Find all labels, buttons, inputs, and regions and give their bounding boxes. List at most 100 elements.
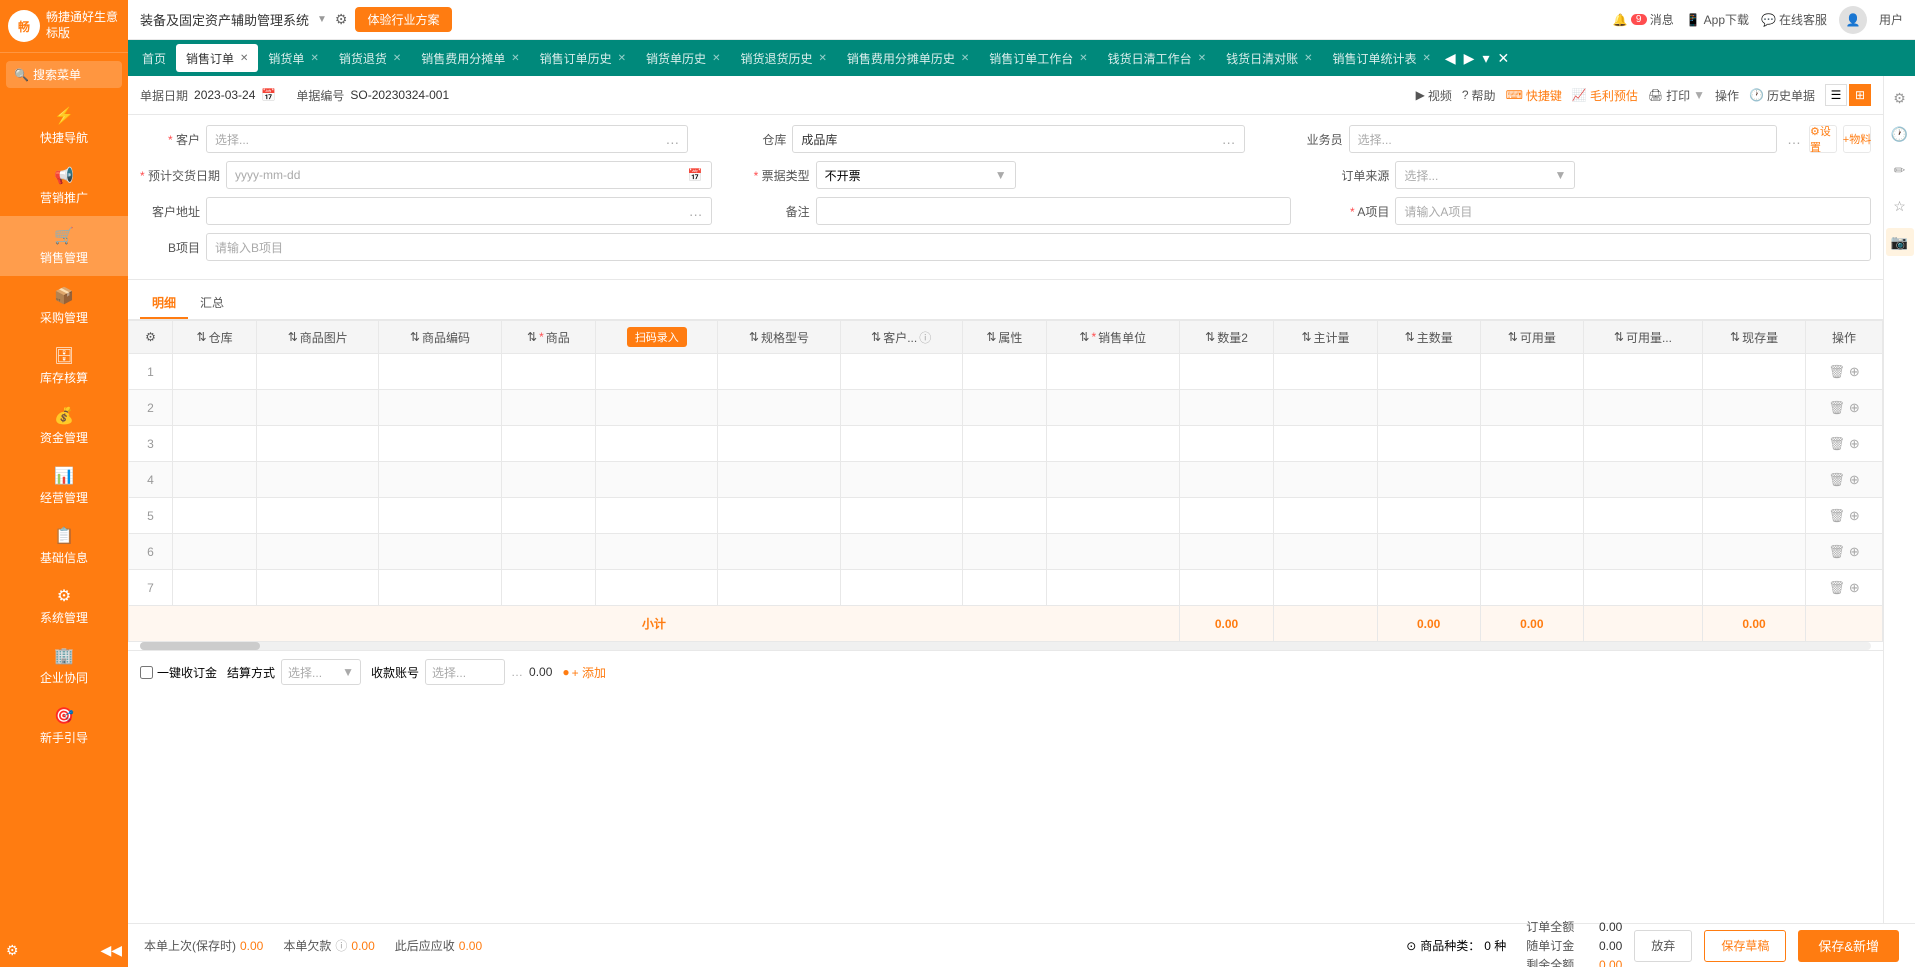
table-cell[interactable] — [1702, 498, 1805, 534]
table-cell[interactable] — [1377, 534, 1480, 570]
delivery-calendar-icon[interactable]: 📅 — [688, 168, 703, 182]
table-cell[interactable] — [1046, 462, 1179, 498]
table-cell[interactable] — [1480, 498, 1583, 534]
sidebar-item-purchase[interactable]: 📦 采购管理 — [0, 276, 128, 336]
table-cell[interactable] — [1583, 390, 1702, 426]
table-cell[interactable] — [1480, 462, 1583, 498]
table-cell[interactable] — [962, 426, 1046, 462]
tab-sales-order-history[interactable]: 销售订单历史 ✕ — [530, 44, 636, 72]
table-cell[interactable] — [1377, 498, 1480, 534]
row-delete-button[interactable]: 🗑 — [1828, 436, 1845, 452]
col-available[interactable]: ⇅可用量 — [1480, 321, 1583, 354]
table-cell[interactable] — [718, 498, 840, 534]
table-cell[interactable] — [840, 462, 962, 498]
table-cell[interactable] — [718, 354, 840, 390]
table-cell[interactable] — [1179, 498, 1274, 534]
col-qty2[interactable]: ⇅数量2 — [1179, 321, 1274, 354]
table-cell[interactable] — [1046, 498, 1179, 534]
sidebar-item-marketing[interactable]: 📢 营销推广 — [0, 156, 128, 216]
table-cell[interactable] — [1377, 462, 1480, 498]
table-cell[interactable] — [1702, 570, 1805, 606]
b-project-input[interactable]: 请输入B项目 — [206, 233, 1871, 261]
table-cell[interactable] — [596, 462, 718, 498]
sidebar-item-newguide[interactable]: 🎯 新手引导 — [0, 696, 128, 756]
table-cell[interactable] — [718, 462, 840, 498]
col-image[interactable]: ⇅商品图片 — [257, 321, 379, 354]
table-cell[interactable] — [1046, 390, 1179, 426]
order-source-select[interactable]: 选择... ▼ — [1395, 161, 1575, 189]
table-cell[interactable] — [596, 426, 718, 462]
sidebar-item-system[interactable]: ⚙ 系统管理 — [0, 576, 128, 636]
tab-sales-order-close[interactable]: ✕ — [240, 53, 248, 64]
table-cell[interactable] — [173, 462, 257, 498]
table-cell[interactable] — [379, 462, 501, 498]
tab-sales-return-close[interactable]: ✕ — [393, 53, 401, 64]
table-cell[interactable] — [1274, 354, 1377, 390]
col-warehouse[interactable]: ⇅仓库 — [173, 321, 257, 354]
table-cell[interactable] — [1702, 426, 1805, 462]
table-cell[interactable] — [1702, 534, 1805, 570]
table-cell[interactable] — [1377, 570, 1480, 606]
operate-button[interactable]: 操作 — [1715, 87, 1739, 104]
table-cell[interactable] — [1583, 426, 1702, 462]
table-cell[interactable] — [501, 390, 596, 426]
sidebar-item-quicknav[interactable]: ⚡ 快捷导航 — [0, 96, 128, 156]
table-cell[interactable] — [840, 426, 962, 462]
table-cell[interactable] — [379, 426, 501, 462]
table-cell[interactable] — [257, 426, 379, 462]
row-delete-button[interactable]: 🗑 — [1828, 580, 1845, 596]
tab-sales-return[interactable]: 销货退货 ✕ — [329, 44, 411, 72]
sidebar-item-inventory[interactable]: 🗄 库存核算 — [0, 336, 128, 396]
receipt-more-icon[interactable]: … — [511, 665, 523, 679]
discard-button[interactable]: 放弃 — [1634, 930, 1692, 962]
table-cell[interactable] — [257, 570, 379, 606]
tab-sales-invoice-close[interactable]: ✕ — [310, 53, 318, 64]
table-cell[interactable] — [1274, 570, 1377, 606]
tab-cashflow-workbench[interactable]: 钱货日清工作台 ✕ — [1098, 44, 1216, 72]
delivery-date-input[interactable]: yyyy-mm-dd 📅 — [226, 161, 712, 189]
table-cell[interactable] — [1274, 390, 1377, 426]
table-cell[interactable] — [1702, 462, 1805, 498]
add-material-button[interactable]: +物料 — [1843, 125, 1871, 153]
print-button[interactable]: 🖨 打印 ▼ — [1648, 87, 1705, 104]
table-cell[interactable] — [596, 570, 718, 606]
remark-input[interactable] — [816, 197, 1292, 225]
table-cell[interactable] — [501, 354, 596, 390]
receipt-account-select[interactable]: 选择... — [425, 659, 505, 685]
scan-input-button[interactable]: 扫码录入 — [627, 327, 687, 347]
col-code[interactable]: ⇅商品编码 — [379, 321, 501, 354]
col-current-stock[interactable]: ⇅现存量 — [1702, 321, 1805, 354]
shortcut-button[interactable]: ⌨ 快捷键 — [1506, 87, 1562, 104]
grid-view-button[interactable]: ⊞ — [1849, 84, 1871, 106]
table-cell[interactable] — [1179, 354, 1274, 390]
right-panel-edit[interactable]: ✏ — [1886, 156, 1914, 184]
tab-fee-history-close[interactable]: ✕ — [961, 53, 969, 64]
tab-invoice-history-close[interactable]: ✕ — [712, 53, 720, 64]
row-copy-button[interactable]: ⊕ — [1849, 508, 1860, 524]
table-cell[interactable] — [962, 390, 1046, 426]
col-spec[interactable]: ⇅规格型号 — [718, 321, 840, 354]
table-cell[interactable] — [718, 570, 840, 606]
table-cell[interactable] — [962, 462, 1046, 498]
warehouse-input[interactable]: 成品库 … — [792, 125, 1244, 153]
table-cell[interactable] — [379, 534, 501, 570]
table-cell[interactable] — [257, 534, 379, 570]
table-cell[interactable] — [501, 534, 596, 570]
col-main-unit[interactable]: ⇅主计量 — [1274, 321, 1377, 354]
col-settings[interactable]: ⚙ — [129, 321, 173, 354]
profit-button[interactable]: 📈 毛利预估 — [1572, 87, 1638, 104]
tab-return-history[interactable]: 销货退货历史 ✕ — [730, 44, 836, 72]
table-cell[interactable] — [840, 534, 962, 570]
table-cell[interactable] — [840, 498, 962, 534]
table-cell[interactable] — [1480, 570, 1583, 606]
add-receipt-button[interactable]: ● + 添加 — [562, 664, 606, 681]
search-menu-button[interactable]: 🔍 搜索菜单 — [6, 61, 122, 88]
address-more-icon[interactable]: … — [689, 203, 703, 219]
table-cell[interactable] — [173, 498, 257, 534]
table-cell[interactable] — [173, 354, 257, 390]
sidebar-item-sales[interactable]: 🛒 销售管理 — [0, 216, 128, 276]
tab-sales-fee[interactable]: 销售费用分摊单 ✕ — [411, 44, 529, 72]
table-cell[interactable] — [173, 390, 257, 426]
col-sales-unit[interactable]: ⇅*销售单位 — [1046, 321, 1179, 354]
table-cell[interactable] — [1274, 534, 1377, 570]
